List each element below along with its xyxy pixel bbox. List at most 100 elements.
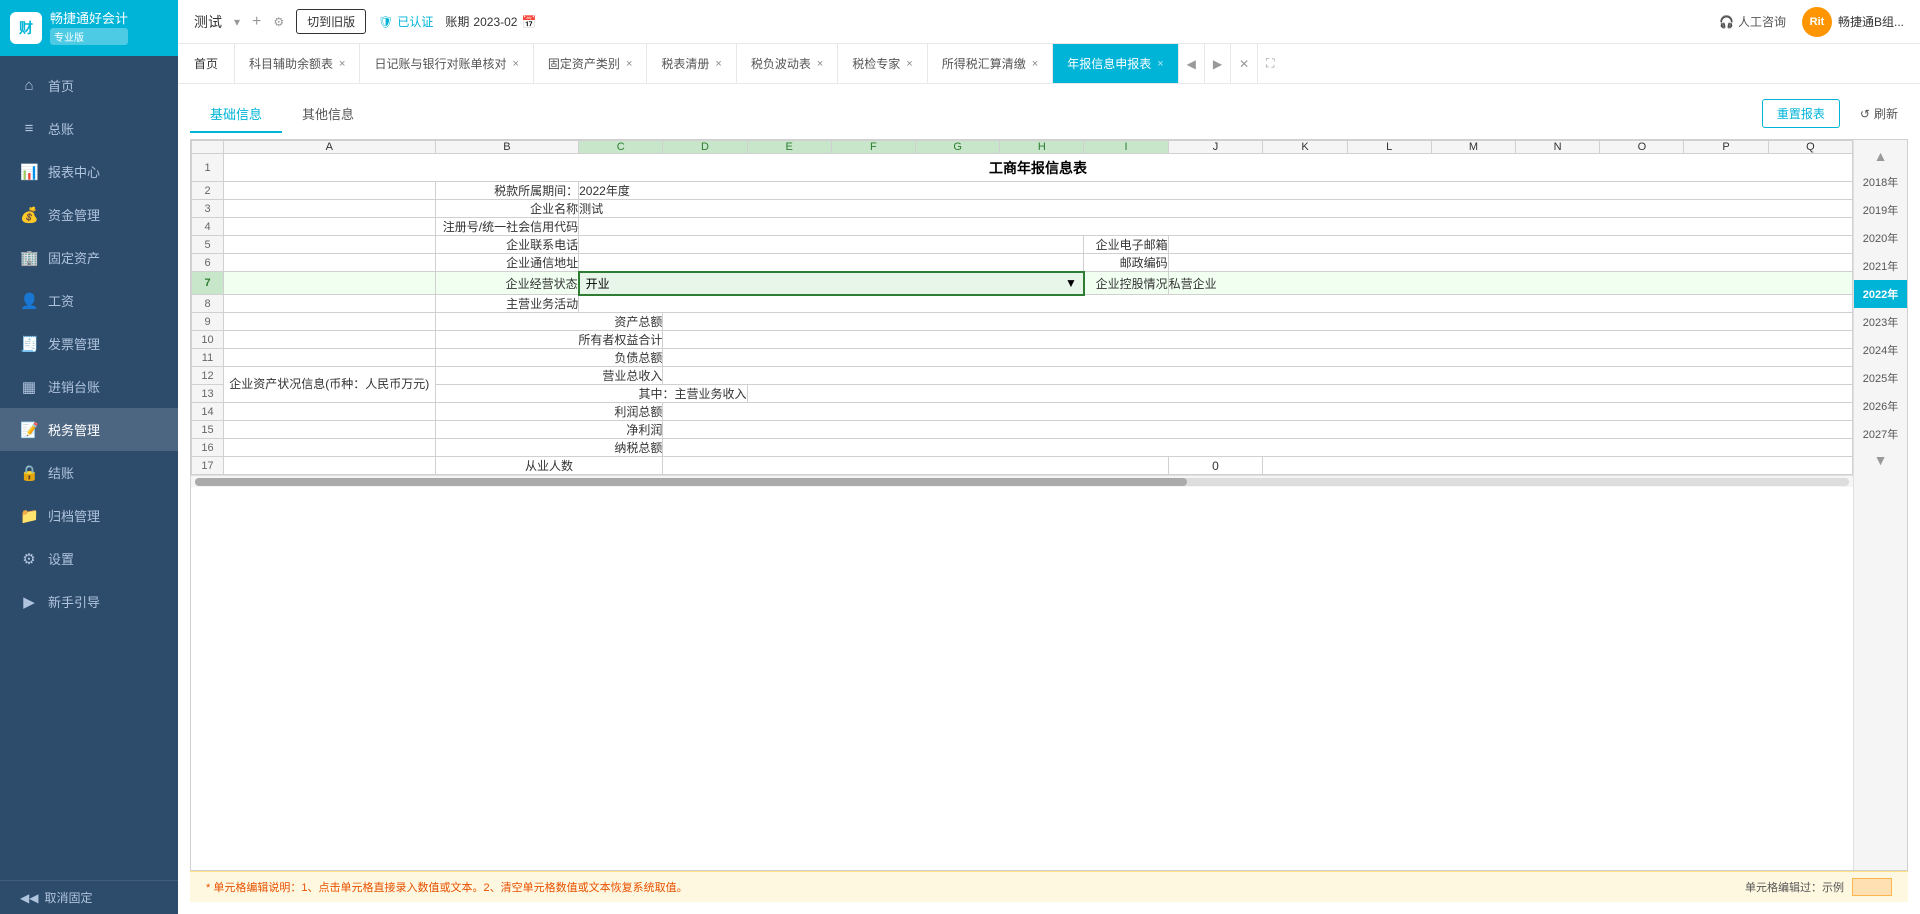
switch-old-version-btn[interactable]: 切到旧版 <box>296 9 366 34</box>
user-menu[interactable]: Rit 畅捷通B组... <box>1802 7 1904 37</box>
year-item-2018[interactable]: 2018年 <box>1854 168 1907 196</box>
cell-10-d[interactable] <box>663 331 1853 349</box>
cell-8-a[interactable] <box>224 295 436 313</box>
cell-11-a[interactable] <box>224 349 436 367</box>
cell-6-k[interactable] <box>1168 254 1852 272</box>
col-header-h[interactable]: H <box>1000 141 1084 154</box>
cell-2-a[interactable] <box>224 182 436 200</box>
sidebar-item-settings[interactable]: ⚙ 设置 <box>0 537 178 580</box>
year-nav-up-btn[interactable]: ▲ <box>1854 144 1907 168</box>
col-header-a[interactable]: A <box>224 141 436 154</box>
cell-4-a[interactable] <box>224 218 436 236</box>
col-header-k[interactable]: K <box>1263 141 1347 154</box>
cell-3-a[interactable] <box>224 200 436 218</box>
year-item-2025[interactable]: 2025年 <box>1854 364 1907 392</box>
tab-fixed-assets-cat[interactable]: 固定资产类别 × <box>534 44 647 83</box>
sidebar-item-reports[interactable]: 📊 报表中心 <box>0 150 178 193</box>
refresh-btn[interactable]: ↺ 刷新 <box>1850 100 1908 127</box>
tab-next-btn[interactable]: ▶ <box>1205 44 1231 83</box>
cell-7-c-dropdown[interactable]: 开业 ▼ <box>579 272 1084 295</box>
col-header-n[interactable]: N <box>1516 141 1600 154</box>
cell-7-a[interactable] <box>224 272 436 295</box>
cell-17-k[interactable] <box>1263 457 1853 475</box>
year-item-2027[interactable]: 2027年 <box>1854 420 1907 448</box>
cell-9-a[interactable] <box>224 313 436 331</box>
tab-income-tax[interactable]: 所得税汇算清缴 × <box>928 44 1053 83</box>
col-header-p[interactable]: P <box>1684 141 1768 154</box>
year-item-2022[interactable]: 2022年 <box>1854 280 1907 308</box>
sub-tab-basic[interactable]: 基础信息 <box>190 96 282 133</box>
year-item-2021[interactable]: 2021年 <box>1854 252 1907 280</box>
cell-5-a[interactable] <box>224 236 436 254</box>
dropdown-arrow-icon[interactable]: ▼ <box>1065 276 1077 290</box>
cell-4-c[interactable] <box>579 218 1853 236</box>
cell-13-e[interactable] <box>747 385 1852 403</box>
cell-14-d[interactable] <box>663 403 1853 421</box>
year-item-2026[interactable]: 2026年 <box>1854 392 1907 420</box>
topbar-dropdown-icon[interactable]: ▾ <box>234 15 240 29</box>
sidebar-item-ledger[interactable]: ≡ 总账 <box>0 107 178 150</box>
cell-16-a[interactable] <box>224 439 436 457</box>
col-header-l[interactable]: L <box>1347 141 1431 154</box>
col-header-g[interactable]: G <box>916 141 1000 154</box>
cell-7-k[interactable]: 私营企业 <box>1168 272 1852 295</box>
cell-15-d[interactable] <box>663 421 1853 439</box>
col-header-e[interactable]: E <box>747 141 831 154</box>
col-header-b[interactable]: B <box>435 141 579 154</box>
tab-close-income-tax[interactable]: × <box>1032 58 1038 70</box>
col-header-d[interactable]: D <box>663 141 747 154</box>
sidebar-item-funds[interactable]: 💰 资金管理 <box>0 193 178 236</box>
cell-title[interactable]: 工商年报信息表 <box>224 154 1853 182</box>
sidebar-item-invoice[interactable]: 🧾 发票管理 <box>0 322 178 365</box>
cell-9-d[interactable] <box>663 313 1853 331</box>
cell-11-d[interactable] <box>663 349 1853 367</box>
tab-aux-balance[interactable]: 科目辅助余额表 × <box>235 44 360 83</box>
service-btn[interactable]: 🎧 人工咨询 <box>1719 13 1786 30</box>
tab-annual-report[interactable]: 年报信息申报表 × <box>1053 44 1178 83</box>
year-item-2019[interactable]: 2019年 <box>1854 196 1907 224</box>
cell-17-j[interactable]: 0 <box>1168 457 1263 475</box>
sidebar-item-archive[interactable]: 📁 归档管理 <box>0 494 178 537</box>
col-header-q[interactable]: Q <box>1768 141 1852 154</box>
col-header-j[interactable]: J <box>1168 141 1263 154</box>
col-header-i[interactable]: I <box>1084 141 1168 154</box>
year-item-2024[interactable]: 2024年 <box>1854 336 1907 364</box>
tab-close-aux-balance[interactable]: × <box>339 58 345 70</box>
tab-expand-btn[interactable]: ⛶ <box>1258 44 1282 83</box>
sidebar-collapse-btn[interactable]: ◀◀ 取消固定 <box>0 880 178 914</box>
cell-12-d[interactable] <box>663 367 1853 385</box>
scroll-track[interactable] <box>195 478 1849 486</box>
tab-close-journal-bank[interactable]: × <box>512 58 518 70</box>
cell-16-d[interactable] <box>663 439 1853 457</box>
tab-close-annual-report[interactable]: × <box>1157 58 1163 70</box>
tab-tax-fluctuation[interactable]: 税负波动表 × <box>737 44 838 83</box>
tab-tax-forms[interactable]: 税表清册 × <box>647 44 736 83</box>
sidebar-item-home[interactable]: ⌂ 首页 <box>0 64 178 107</box>
year-nav-down-btn[interactable]: ▼ <box>1854 448 1907 472</box>
cell-10-a[interactable] <box>224 331 436 349</box>
sidebar-item-payroll[interactable]: 👤 工资 <box>0 279 178 322</box>
cell-6-a[interactable] <box>224 254 436 272</box>
cell-17-a[interactable] <box>224 457 436 475</box>
year-item-2023[interactable]: 2023年 <box>1854 308 1907 336</box>
col-header-f[interactable]: F <box>831 141 915 154</box>
col-header-c[interactable]: C <box>579 141 663 154</box>
topbar-settings-btn[interactable]: ⚙ <box>273 15 284 29</box>
cell-17-d[interactable] <box>663 457 1168 475</box>
sidebar-item-inventory[interactable]: ▦ 进销台账 <box>0 365 178 408</box>
sidebar-item-assets[interactable]: 🏢 固定资产 <box>0 236 178 279</box>
cell-15-a[interactable] <box>224 421 436 439</box>
topbar-add-btn[interactable]: + <box>252 13 261 31</box>
year-item-2020[interactable]: 2020年 <box>1854 224 1907 252</box>
tab-close-all-btn[interactable]: ✕ <box>1231 44 1258 83</box>
tab-close-tax-forms[interactable]: × <box>715 58 721 70</box>
reset-report-btn[interactable]: 重置报表 <box>1762 99 1840 128</box>
tab-tax-expert[interactable]: 税检专家 × <box>838 44 927 83</box>
tab-close-tax-expert[interactable]: × <box>906 58 912 70</box>
tab-close-tax-fluctuation[interactable]: × <box>817 58 823 70</box>
tab-home[interactable]: 首页 <box>178 44 235 83</box>
sub-tab-other[interactable]: 其他信息 <box>282 96 374 133</box>
scroll-thumb[interactable] <box>195 478 1187 486</box>
cell-5-c[interactable] <box>579 236 1084 254</box>
sidebar-item-tax[interactable]: 📝 税务管理 <box>0 408 178 451</box>
